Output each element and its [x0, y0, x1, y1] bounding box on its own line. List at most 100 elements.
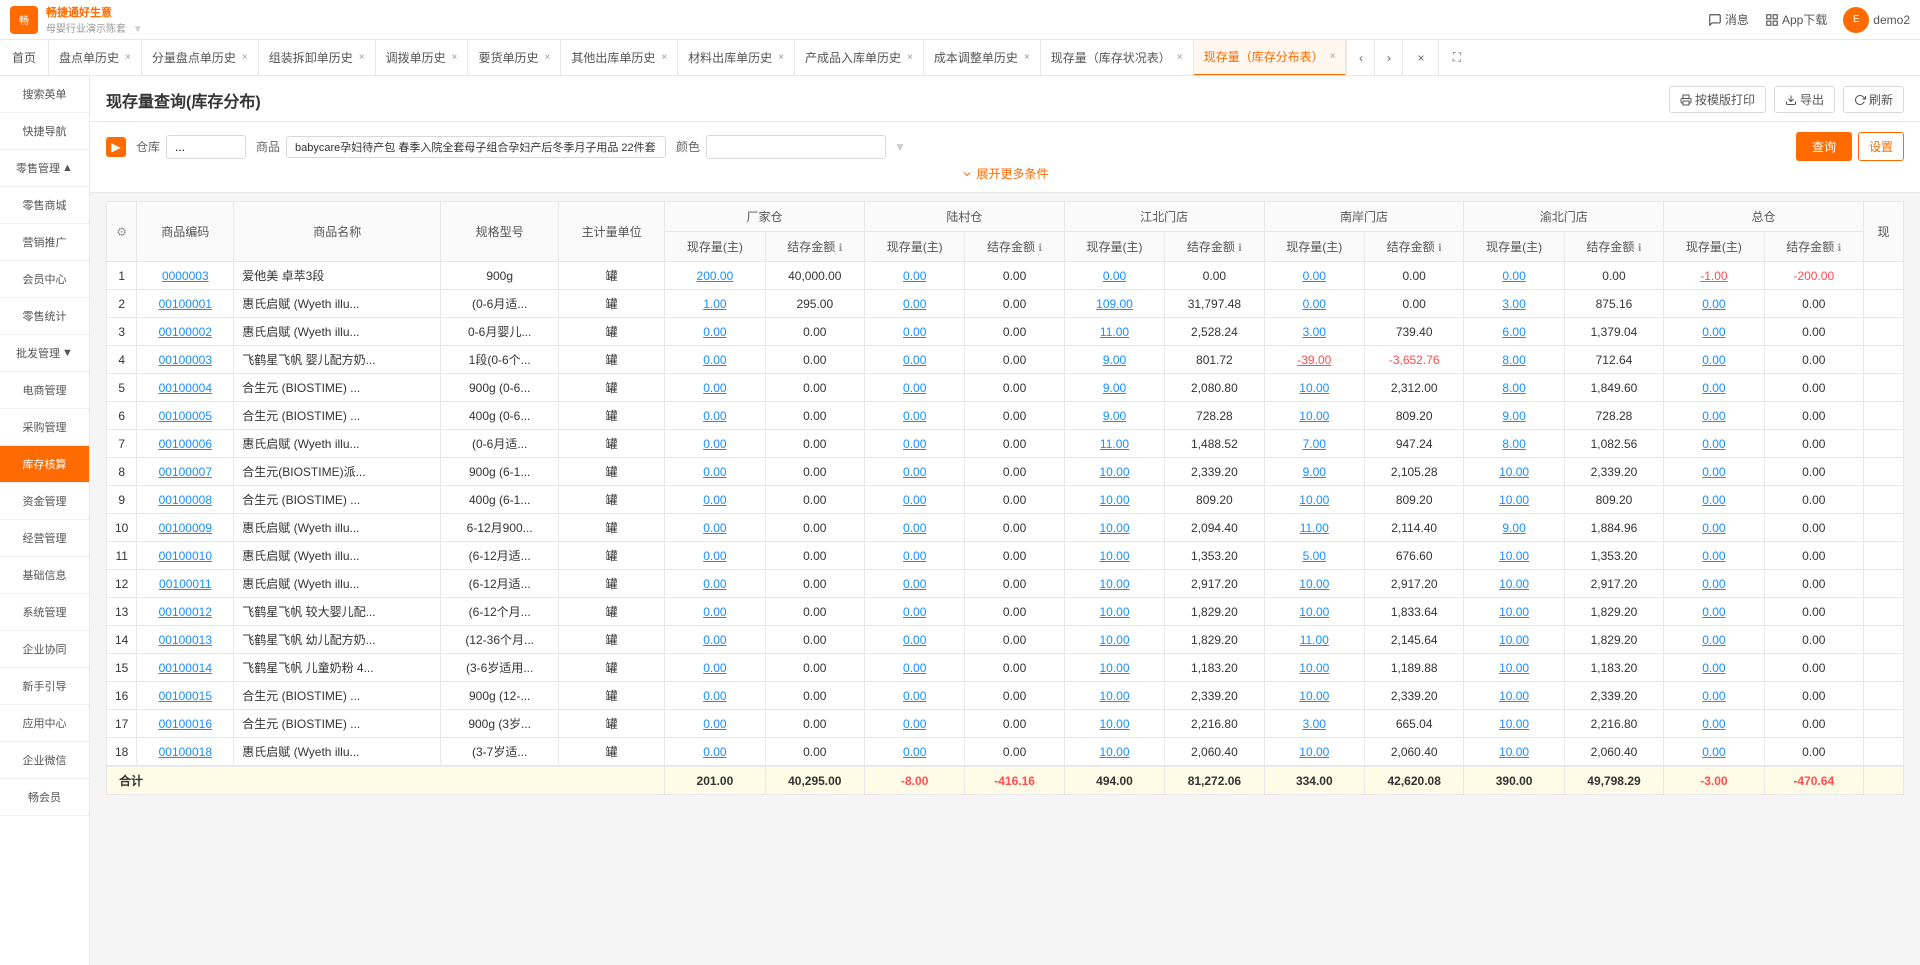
tab-close-icon[interactable]: × [359, 52, 365, 63]
export-btn[interactable]: 导出 [1774, 86, 1835, 113]
row-total-amt: 0.00 [1764, 598, 1863, 626]
info-icon[interactable]: ℹ [839, 243, 843, 254]
sidebar-item-search[interactable]: 搜索英单 [0, 76, 89, 113]
sidebar-item-app-center[interactable]: 应用中心 [0, 705, 89, 742]
app-download-btn[interactable]: App下载 [1765, 11, 1827, 28]
row-jiangbei-amt: 801.72 [1165, 346, 1264, 374]
table-row: 8 00100007 合生元(BIOSTIME)派... 900g (6-1..… [107, 458, 1904, 486]
sidebar-item-enterprise[interactable]: 企业协同 [0, 631, 89, 668]
row-jiangbei-amt: 2,080.80 [1165, 374, 1264, 402]
info-icon[interactable]: ℹ [1838, 243, 1842, 254]
tab-close-icon[interactable]: × [1177, 52, 1183, 63]
row-nanan-stock: 10.00 [1264, 598, 1364, 626]
user-area[interactable]: E demo2 [1843, 7, 1910, 33]
tab-close-icon[interactable]: × [778, 52, 784, 63]
tab-branch-count[interactable]: 分量盘点单历史 × [142, 40, 259, 76]
row-spec: (3-7岁适... [441, 738, 559, 767]
tab-material-out[interactable]: 材料出库单历史 × [678, 40, 795, 76]
message-btn[interactable]: 消息 [1708, 11, 1749, 28]
sidebar-item-marketing[interactable]: 营销推广 [0, 224, 89, 261]
sidebar-item-basic-info[interactable]: 基础信息 [0, 557, 89, 594]
row-lucun-stock: 0.00 [864, 262, 964, 290]
tab-cost-adjust[interactable]: 成本调整单历史 × [924, 40, 1041, 76]
tab-close-icon[interactable]: × [661, 52, 667, 63]
row-changjia-amt: 0.00 [765, 626, 864, 654]
info-icon[interactable]: ℹ [1438, 243, 1442, 254]
search-row: ▶ 仓库 商品 颜色 ▼ 查询 设置 [106, 132, 1904, 161]
tab-adjust[interactable]: 调拨单历史 × [376, 40, 469, 76]
info-icon[interactable]: ℹ [1638, 243, 1642, 254]
color-dropdown-icon[interactable]: ▼ [894, 140, 906, 154]
row-name: 飞鹤星飞帆 婴儿配方奶... [234, 346, 441, 374]
row-nanan-stock: 10.00 [1264, 738, 1364, 767]
info-icon[interactable]: ℹ [1038, 243, 1042, 254]
row-name: 合生元 (BIOSTIME) ... [234, 402, 441, 430]
total-total-amt: -470.64 [1764, 766, 1863, 795]
color-input[interactable] [706, 135, 886, 159]
row-yubei-amt: 2,339.20 [1564, 458, 1663, 486]
tab-next-btn[interactable]: › [1374, 40, 1402, 76]
query-btn[interactable]: 查询 [1796, 132, 1852, 161]
sidebar-item-wholesale[interactable]: 批发管理 ▼ [0, 335, 89, 372]
row-changjia-stock: 1.00 [665, 290, 765, 318]
sidebar-item-finance[interactable]: 资金管理 [0, 483, 89, 520]
tab-close-icon[interactable]: × [452, 52, 458, 63]
warehouse-input[interactable] [166, 135, 246, 159]
th-code: 商品编码 [137, 202, 234, 262]
row-yubei-amt: 1,183.20 [1564, 654, 1663, 682]
tab-close-icon[interactable]: × [125, 52, 131, 63]
expand-btn[interactable]: 展开更多条件 [961, 165, 1048, 182]
sidebar-item-retail-mgmt[interactable]: 零售管理 ▲ [0, 150, 89, 187]
collapse-btn[interactable]: ▶ [106, 137, 126, 157]
tab-inventory-count[interactable]: 盘点单历史 × [49, 40, 142, 76]
tab-product-in[interactable]: 产成品入库单历史 × [795, 40, 924, 76]
sidebar-item-retail-stat[interactable]: 零售统计 [0, 298, 89, 335]
tab-stock-dist[interactable]: 现存量（库存分布表） × [1194, 40, 1347, 76]
sidebar-item-quicknav[interactable]: 快捷导航 [0, 113, 89, 150]
goods-input[interactable] [286, 136, 666, 158]
tab-other-out[interactable]: 其他出库单历史 × [561, 40, 678, 76]
row-yubei-amt: 2,917.20 [1564, 570, 1663, 598]
row-unit: 罐 [559, 346, 665, 374]
sidebar-item-corp-wechat[interactable]: 企业微信 [0, 742, 89, 779]
tab-combo[interactable]: 组装拆卸单历史 × [259, 40, 376, 76]
sidebar-item-purchase[interactable]: 采购管理 [0, 409, 89, 446]
info-icon[interactable]: ℹ [1238, 243, 1242, 254]
tab-home[interactable]: 首页 [0, 40, 49, 76]
tab-close-all-btn[interactable]: × [1402, 40, 1438, 76]
setting-btn[interactable]: 设置 [1858, 132, 1904, 161]
refresh-btn[interactable]: 刷新 [1843, 86, 1904, 113]
tab-close-icon[interactable]: × [544, 52, 550, 63]
sidebar-item-system[interactable]: 系统管理 [0, 594, 89, 631]
row-changjia-stock: 0.00 [665, 318, 765, 346]
sidebar-item-new-guide[interactable]: 新手引导 [0, 668, 89, 705]
tab-close-icon[interactable]: × [242, 52, 248, 63]
refresh-icon [1854, 94, 1866, 106]
row-jiangbei-amt: 2,917.20 [1165, 570, 1264, 598]
row-spec: (6-12个月... [441, 598, 559, 626]
print-btn[interactable]: 按模版打印 [1669, 86, 1766, 113]
sidebar-item-operations[interactable]: 经营管理 [0, 520, 89, 557]
sidebar-item-member[interactable]: 会员中心 [0, 261, 89, 298]
tab-purchase-order[interactable]: 要货单历史 × [468, 40, 561, 76]
tab-close-icon[interactable]: × [1024, 52, 1030, 63]
row-total-amt: 0.00 [1764, 682, 1863, 710]
th-name: 商品名称 [234, 202, 441, 262]
tab-close-icon[interactable]: × [1330, 51, 1336, 62]
sidebar-item-retail-shop[interactable]: 零售商城 [0, 187, 89, 224]
total-yubei-amt: 49,798.29 [1564, 766, 1663, 795]
sidebar-item-member2[interactable]: 畅会员 [0, 779, 89, 816]
sidebar-item-ecommerce[interactable]: 电商管理 [0, 372, 89, 409]
gear-icon[interactable]: ⚙ [116, 225, 127, 239]
row-spec: 400g (6-1... [441, 486, 559, 514]
sidebar-item-inventory[interactable]: 库存核算 [0, 446, 89, 483]
tab-prev-btn[interactable]: ‹ [1346, 40, 1374, 76]
row-unit: 罐 [559, 654, 665, 682]
tab-stock-status[interactable]: 现存量（库存状况表） × [1041, 40, 1194, 76]
table-row: 14 00100013 飞鹤星飞帆 幼儿配方奶... (12-36个月... 罐… [107, 626, 1904, 654]
row-nanan-stock: 10.00 [1264, 486, 1364, 514]
row-name: 惠氏启赋 (Wyeth illu... [234, 430, 441, 458]
tab-expand-btn[interactable]: ⛶ [1438, 40, 1474, 76]
tab-close-icon[interactable]: × [907, 52, 913, 63]
row-yubei-stock: 3.00 [1464, 290, 1564, 318]
